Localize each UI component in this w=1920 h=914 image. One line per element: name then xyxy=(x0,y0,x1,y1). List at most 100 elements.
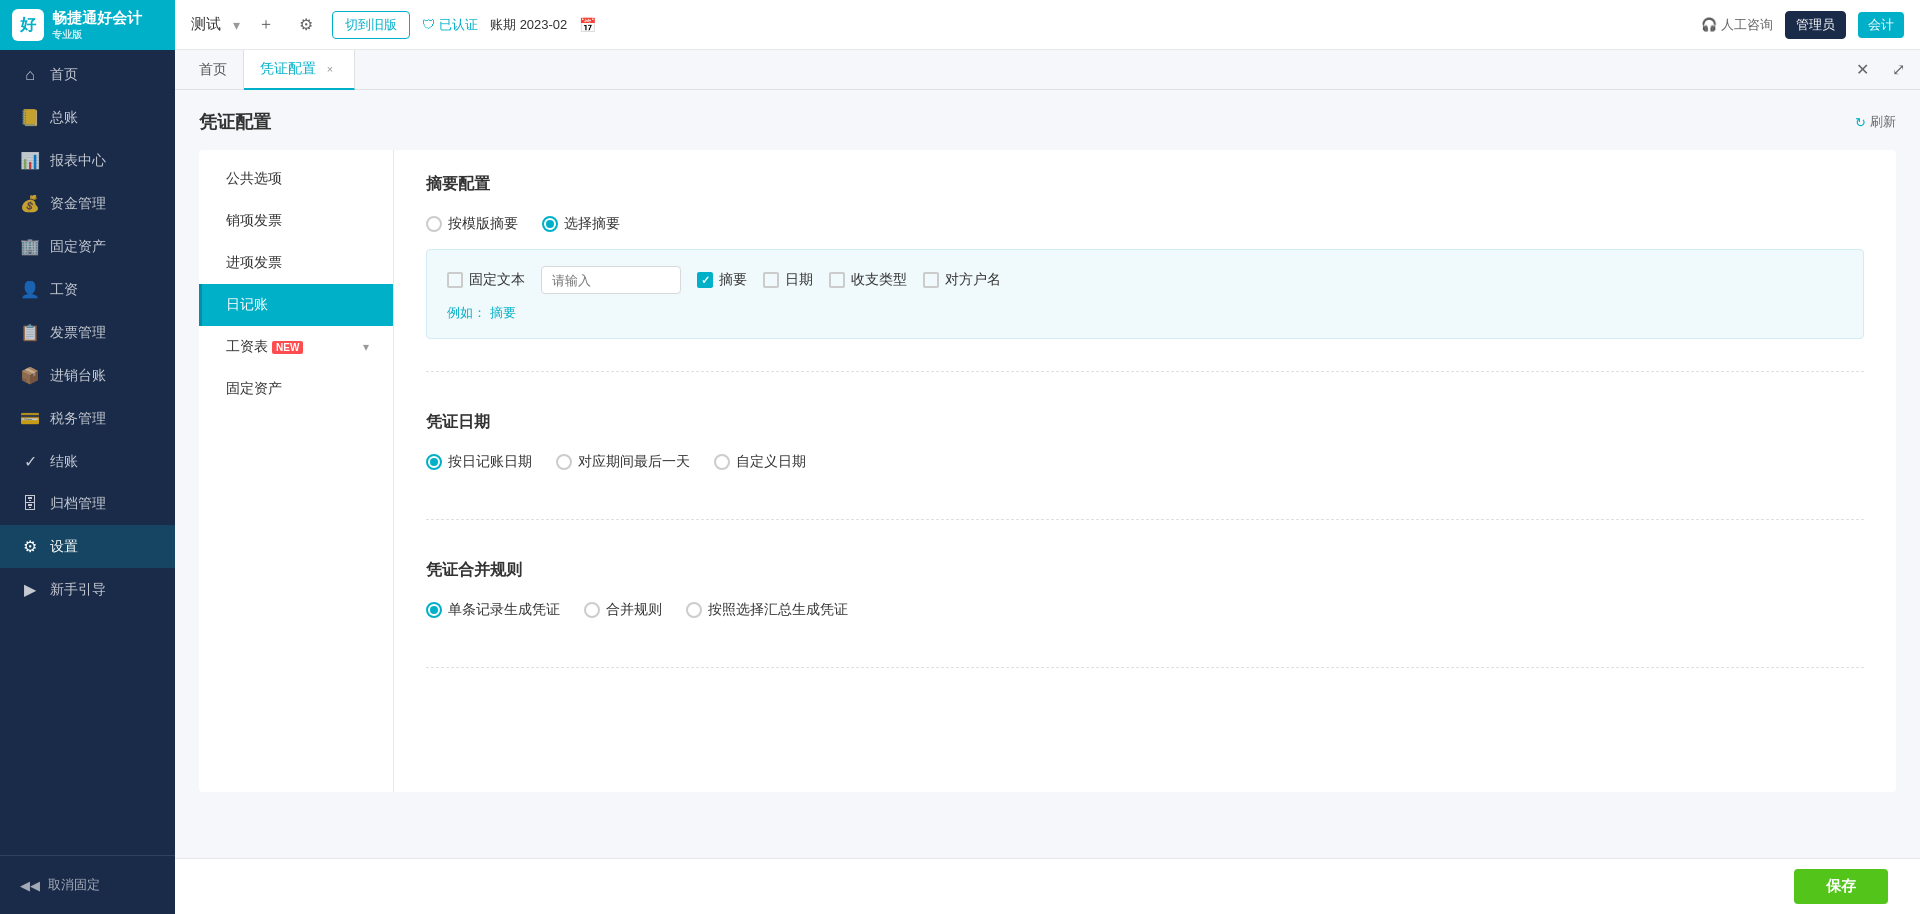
journal-date-option[interactable]: 按日记账日期 xyxy=(426,453,532,471)
reports-icon: 📊 xyxy=(20,151,40,170)
sidebar-item-funds[interactable]: 💰 资金管理 xyxy=(0,182,175,225)
config-nav-purchase-invoice[interactable]: 进项发票 xyxy=(199,242,393,284)
summary-checkbox-item[interactable]: 摘要 xyxy=(697,271,747,289)
sidebar-item-invoice[interactable]: 📋 发票管理 xyxy=(0,311,175,354)
custom-date-option[interactable]: 自定义日期 xyxy=(714,453,806,471)
period-last-label: 对应期间最后一天 xyxy=(578,453,690,471)
config-main: 摘要配置 按模版摘要 选择摘要 xyxy=(394,150,1896,792)
single-label: 单条记录生成凭证 xyxy=(448,601,560,619)
sidebar-item-settings[interactable]: ⚙ 设置 xyxy=(0,525,175,568)
summary-template-option[interactable]: 按模版摘要 xyxy=(426,215,518,233)
service-button[interactable]: 🎧 人工咨询 xyxy=(1701,16,1773,34)
summary-template-radio[interactable] xyxy=(426,216,442,232)
summary-checkbox[interactable] xyxy=(697,272,713,288)
verified-label: 已认证 xyxy=(439,16,478,34)
tabbar: 首页 凭证配置 × ✕ ⤢ xyxy=(175,50,1920,90)
company-dropdown-icon[interactable]: ▾ xyxy=(233,17,240,33)
sidebar-item-tax[interactable]: 💳 税务管理 xyxy=(0,397,175,440)
config-nav-journal[interactable]: 日记账 xyxy=(199,284,393,326)
single-radio[interactable] xyxy=(426,602,442,618)
tab-close-button[interactable]: × xyxy=(322,61,338,77)
sidebar-item-label-wages: 工资 xyxy=(50,281,78,299)
counterpart-label: 对方户名 xyxy=(945,271,1001,289)
refresh-button[interactable]: ↻ 刷新 xyxy=(1855,113,1896,131)
sidebar-item-label-ledger: 总账 xyxy=(50,109,78,127)
config-nav-sales-invoice[interactable]: 销项发票 xyxy=(199,200,393,242)
funds-icon: 💰 xyxy=(20,194,40,213)
home-icon: ⌂ xyxy=(20,66,40,84)
fixed-text-input[interactable] xyxy=(541,266,681,294)
merge-rule-radio[interactable] xyxy=(584,602,600,618)
calendar-icon[interactable]: 📅 xyxy=(579,17,596,33)
date-section-title: 凭证日期 xyxy=(426,412,1864,433)
select-merge-option[interactable]: 按照选择汇总生成凭证 xyxy=(686,601,848,619)
settings-gear-button[interactable]: ⚙ xyxy=(292,11,320,39)
merge-rule-option[interactable]: 合并规则 xyxy=(584,601,662,619)
accountant-button[interactable]: 会计 xyxy=(1858,12,1904,38)
shield-icon: 🛡 xyxy=(422,17,435,32)
income-type-checkbox-item[interactable]: 收支类型 xyxy=(829,271,907,289)
verified-status: 🛡 已认证 xyxy=(422,16,478,34)
summary-section: 摘要配置 按模版摘要 选择摘要 xyxy=(426,174,1864,372)
sidebar: 好 畅捷通好会计 专业版 ⌂ 首页 📒 总账 📊 报表中心 💰 资金管理 🏢 固… xyxy=(0,0,175,914)
summary-options-row: 固定文本 摘要 日期 xyxy=(447,266,1843,294)
sidebar-logo: 好 畅捷通好会计 专业版 xyxy=(0,0,175,50)
summary-select-option[interactable]: 选择摘要 xyxy=(542,215,620,233)
sidebar-item-guide[interactable]: ▶ 新手引导 xyxy=(0,568,175,611)
select-merge-radio[interactable] xyxy=(686,602,702,618)
counterpart-checkbox[interactable] xyxy=(923,272,939,288)
sidebar-item-sales[interactable]: 📦 进销台账 xyxy=(0,354,175,397)
summary-select-radio[interactable] xyxy=(542,216,558,232)
fixed-text-checkbox-item[interactable]: 固定文本 xyxy=(447,271,525,289)
custom-date-radio[interactable] xyxy=(714,454,730,470)
single-option[interactable]: 单条记录生成凭证 xyxy=(426,601,560,619)
date-checkbox[interactable] xyxy=(763,272,779,288)
collapse-label: 取消固定 xyxy=(48,876,100,894)
refresh-icon: ↻ xyxy=(1855,115,1866,130)
config-nav-public[interactable]: 公共选项 xyxy=(199,158,393,200)
sidebar-item-settle[interactable]: ✓ 结账 xyxy=(0,440,175,483)
page-title: 凭证配置 xyxy=(199,110,271,134)
collapse-sidebar-button[interactable]: ◀◀ 取消固定 xyxy=(0,866,175,904)
journal-date-radio[interactable] xyxy=(426,454,442,470)
service-label: 人工咨询 xyxy=(1721,16,1773,34)
merge-radio-group: 单条记录生成凭证 合并规则 按照选择汇总生成凭证 xyxy=(426,601,1864,619)
switch-old-button[interactable]: 切到旧版 xyxy=(332,11,410,39)
sidebar-item-home[interactable]: ⌂ 首页 xyxy=(0,54,175,96)
add-button[interactable]: ＋ xyxy=(252,11,280,39)
sidebar-item-archive[interactable]: 🗄 归档管理 xyxy=(0,483,175,525)
fixed-text-checkbox[interactable] xyxy=(447,272,463,288)
sidebar-item-wages[interactable]: 👤 工资 xyxy=(0,268,175,311)
tab-home-label: 首页 xyxy=(199,61,227,79)
sidebar-item-ledger[interactable]: 📒 总账 xyxy=(0,96,175,139)
close-tab-button[interactable]: ✕ xyxy=(1848,56,1876,84)
income-type-checkbox[interactable] xyxy=(829,272,845,288)
content-area: 凭证配置 ↻ 刷新 公共选项 销项发票 进项发票 日记账 xyxy=(175,90,1920,914)
summary-radio-group: 按模版摘要 选择摘要 xyxy=(426,215,1864,233)
config-nav-salary-table[interactable]: 工资表 NEW ▾ xyxy=(199,326,393,368)
config-layout: 公共选项 销项发票 进项发票 日记账 工资表 NEW ▾ 固定资产 xyxy=(199,150,1896,792)
sidebar-item-label-settings: 设置 xyxy=(50,538,78,556)
save-button[interactable]: 保存 xyxy=(1794,869,1888,904)
main-content: 凭证配置 ↻ 刷新 公共选项 销项发票 进项发票 日记账 xyxy=(175,90,1920,914)
sidebar-item-label-settle: 结账 xyxy=(50,453,78,471)
period-last-option[interactable]: 对应期间最后一天 xyxy=(556,453,690,471)
period-last-radio[interactable] xyxy=(556,454,572,470)
refresh-label: 刷新 xyxy=(1870,113,1896,131)
date-checkbox-item[interactable]: 日期 xyxy=(763,271,813,289)
invoice-icon: 📋 xyxy=(20,323,40,342)
assets-icon: 🏢 xyxy=(20,237,40,256)
tab-home[interactable]: 首页 xyxy=(183,50,244,90)
settle-icon: ✓ xyxy=(20,452,40,471)
tabbar-actions: ✕ ⤢ xyxy=(1848,56,1920,84)
sidebar-item-reports[interactable]: 📊 报表中心 xyxy=(0,139,175,182)
maximize-button[interactable]: ⤢ xyxy=(1884,56,1912,84)
tab-voucher-config[interactable]: 凭证配置 × xyxy=(244,50,355,90)
config-nav-fixed-assets[interactable]: 固定资产 xyxy=(199,368,393,410)
counterpart-checkbox-item[interactable]: 对方户名 xyxy=(923,271,1001,289)
sidebar-item-label-guide: 新手引导 xyxy=(50,581,106,599)
settings-icon: ⚙ xyxy=(20,537,40,556)
user-button[interactable]: 管理员 xyxy=(1785,11,1846,39)
sidebar-item-assets[interactable]: 🏢 固定资产 xyxy=(0,225,175,268)
select-merge-label: 按照选择汇总生成凭证 xyxy=(708,601,848,619)
